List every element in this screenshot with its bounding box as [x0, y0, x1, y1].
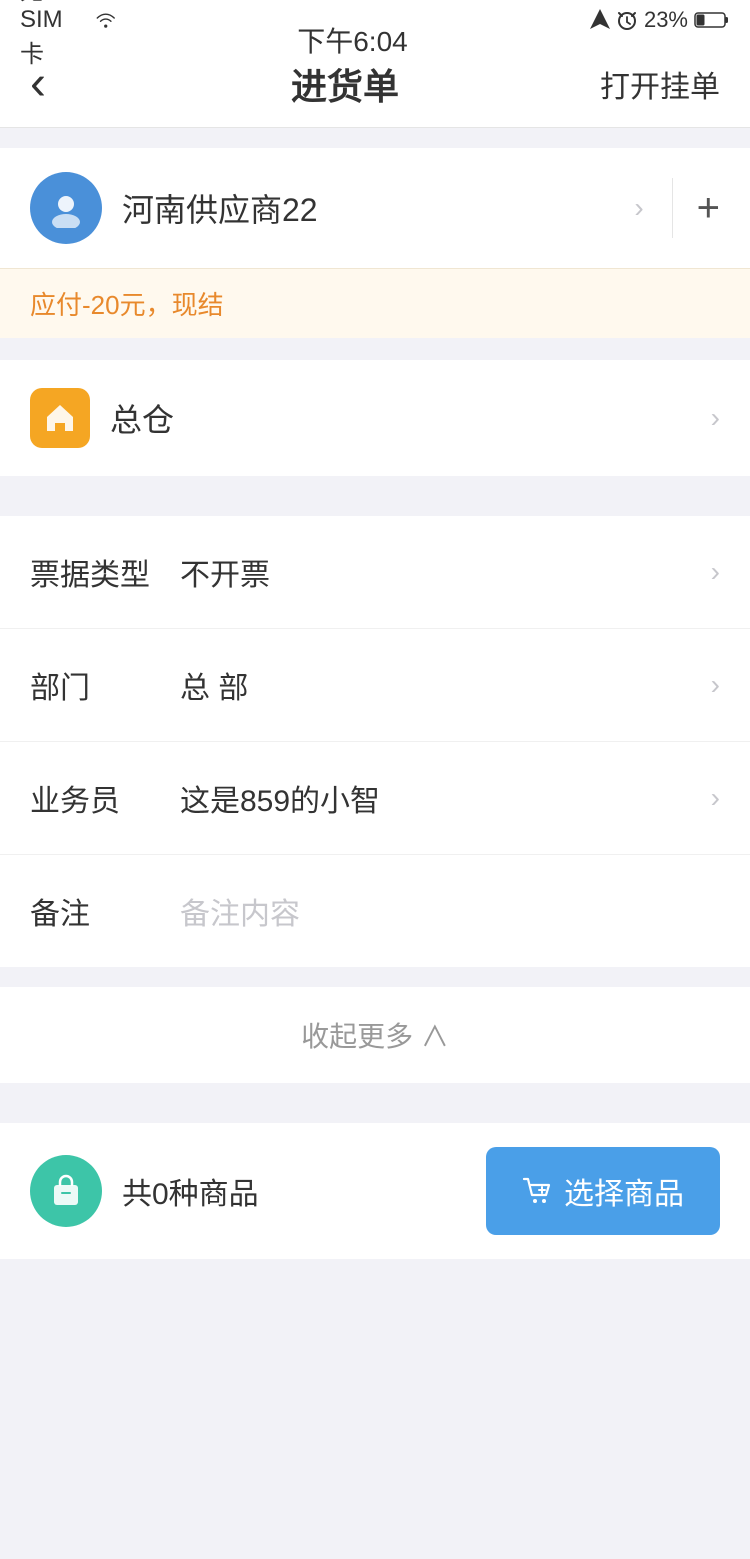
gap-3	[0, 476, 750, 496]
department-value: 总 部	[170, 663, 711, 707]
department-label: 部门	[30, 663, 170, 707]
gap-2	[0, 338, 750, 358]
salesperson-label: 业务员	[30, 776, 170, 820]
background-fill	[0, 1259, 750, 1559]
department-chevron-icon: ›	[711, 669, 720, 701]
warehouse-icon-bg	[30, 388, 90, 448]
warehouse-name: 总仓	[110, 395, 711, 441]
invoice-type-chevron-icon: ›	[711, 556, 720, 588]
location-icon	[590, 9, 610, 31]
remark-input[interactable]: 备注内容	[170, 889, 720, 933]
invoice-type-value: 不开票	[170, 550, 711, 594]
shopping-bag-icon	[46, 1171, 86, 1211]
house-icon	[43, 401, 77, 435]
battery-text: 23%	[644, 7, 688, 33]
divider	[672, 178, 673, 238]
add-supplier-button[interactable]: +	[697, 186, 720, 231]
collapse-button[interactable]: 收起更多 ∧	[0, 987, 750, 1083]
select-product-button[interactable]: 选择商品	[486, 1147, 720, 1235]
page-title: 进货单	[291, 58, 399, 110]
gap-1	[0, 128, 750, 148]
supplier-card: 河南供应商22 › + 应付-20元，现结	[0, 148, 750, 338]
department-row[interactable]: 部门 总 部 ›	[0, 629, 750, 742]
remark-row[interactable]: 备注 备注内容	[0, 855, 750, 967]
status-bar: 无 SIM 卡 下午6:04 23%	[0, 0, 750, 40]
supplier-row[interactable]: 河南供应商22 › +	[0, 148, 750, 268]
open-pending-button[interactable]: 打开挂单	[600, 62, 720, 106]
supplier-chevron-icon: ›	[634, 192, 643, 224]
product-count-text: 共0种商品	[122, 1169, 486, 1213]
invoice-type-label: 票据类型	[30, 550, 170, 594]
status-time: 下午6:04	[297, 20, 408, 60]
product-icon-bg	[30, 1155, 102, 1227]
battery-icon	[694, 11, 730, 29]
salesperson-chevron-icon: ›	[711, 782, 720, 814]
supplier-name: 河南供应商22	[122, 185, 634, 231]
supplier-notice: 应付-20元，现结	[0, 268, 750, 338]
warehouse-chevron-icon: ›	[711, 402, 720, 434]
user-avatar-icon	[46, 188, 86, 228]
status-right: 23%	[590, 7, 730, 33]
salesperson-value: 这是859的小智	[170, 776, 711, 820]
salesperson-row[interactable]: 业务员 这是859的小智 ›	[0, 742, 750, 855]
invoice-type-row[interactable]: 票据类型 不开票 ›	[0, 516, 750, 629]
alarm-icon	[616, 9, 638, 31]
collapse-label: 收起更多 ∧	[301, 1015, 449, 1055]
bottom-product-bar: 共0种商品 选择商品	[0, 1123, 750, 1259]
warehouse-row[interactable]: 总仓 ›	[0, 360, 750, 476]
wifi-icon	[96, 9, 115, 31]
form-section: 票据类型 不开票 › 部门 总 部 › 业务员 这是859的小智 › 备注 备注…	[0, 516, 750, 967]
cart-icon	[522, 1177, 554, 1205]
supplier-avatar	[30, 172, 102, 244]
remark-label: 备注	[30, 889, 170, 933]
select-product-label: 选择商品	[564, 1169, 684, 1213]
gap-4	[0, 1083, 750, 1103]
back-button[interactable]: ‹	[30, 56, 90, 111]
